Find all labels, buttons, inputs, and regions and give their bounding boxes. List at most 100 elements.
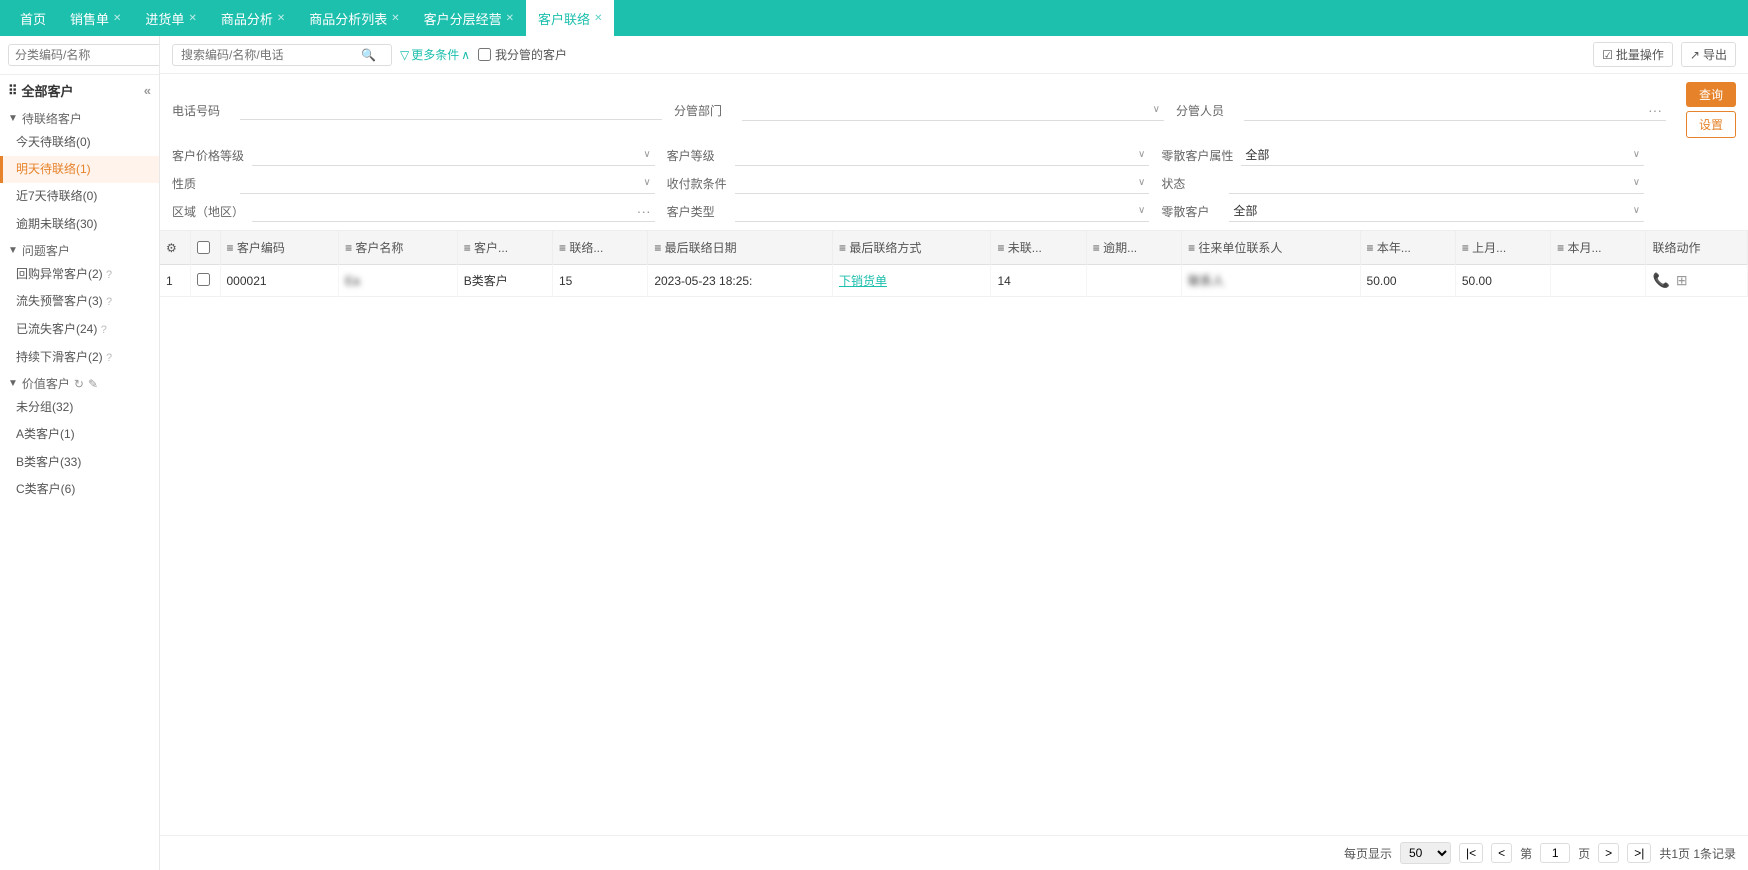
col-this-year[interactable]: ≡ 本年... (1360, 231, 1455, 265)
batch-ops-label: 批量操作 (1616, 46, 1664, 63)
col-unit-contact[interactable]: ≡ 往来单位联系人 (1182, 231, 1360, 265)
nav-sales[interactable]: 销售单 ✕ (58, 0, 133, 36)
filter-region-select[interactable]: ··· (252, 200, 655, 222)
filter-customer-level-select[interactable]: ∨ (735, 144, 1150, 166)
nav-analysis-list-close[interactable]: ✕ (391, 13, 399, 24)
settings-btn[interactable]: 设置 (1686, 111, 1736, 138)
value-refresh-icon[interactable]: ↻ (74, 377, 84, 391)
cell-action: 📞 ⊞ (1646, 265, 1748, 297)
query-btn[interactable]: 查询 (1686, 82, 1736, 107)
cell-checkbox[interactable] (190, 265, 220, 297)
search-input[interactable] (181, 48, 361, 62)
call-action-icon[interactable]: 📞 (1652, 272, 1669, 289)
nav-analysis-close[interactable]: ✕ (277, 13, 285, 24)
more-filters-label: 更多条件 (411, 46, 459, 63)
nav-customer-tier-close[interactable]: ✕ (506, 13, 514, 24)
filter-scattered-select[interactable]: 全部 ∨ (1229, 200, 1644, 222)
more-action-icon[interactable]: ⊞ (1676, 272, 1688, 289)
customer-name-blurred: Ea (345, 274, 360, 288)
value-edit-icon[interactable]: ✎ (88, 377, 98, 391)
col-name[interactable]: ≡ 客户名称 (339, 231, 458, 265)
sidebar-collapse-icon[interactable]: « (144, 83, 151, 98)
nav-analysis[interactable]: 商品分析 ✕ (209, 0, 297, 36)
row-checkbox[interactable] (197, 273, 210, 286)
sidebar-item-a-class[interactable]: A类客户(1) (0, 421, 159, 448)
filter-scattered-attr-chevron: ∨ (1633, 149, 1640, 160)
filter-phone-input[interactable] (240, 101, 662, 120)
table-header-row: ⚙ ≡ 客户编码 ≡ 客户名称 ≡ 客户... (160, 231, 1748, 265)
sidebar-search-input[interactable] (8, 44, 160, 66)
sidebar-item-repurchase-anomaly[interactable]: 回购异常客户(2) ? (0, 261, 159, 289)
nav-home[interactable]: 首页 (8, 0, 58, 36)
filter-row-4: 区域（地区） ··· 客户类型 ∨ 零散客户 全部 (172, 200, 1736, 222)
nav-home-label: 首页 (20, 9, 46, 28)
sidebar-item-c-class[interactable]: C类客户(6) (0, 476, 159, 503)
sidebar-item-today[interactable]: 今天待联络(0) (0, 129, 159, 156)
first-page-btn[interactable]: |< (1459, 843, 1483, 863)
col-type[interactable]: ≡ 客户... (457, 231, 552, 265)
nav-customer-contact[interactable]: 客户联络 ✕ (526, 0, 614, 36)
filter-dept-chevron: ∨ (1153, 104, 1160, 115)
col-checkbox[interactable] (190, 231, 220, 265)
col-code[interactable]: ≡ 客户编码 (220, 231, 339, 265)
col-uncontacted[interactable]: ≡ 未联... (991, 231, 1086, 265)
filter-region-label: 区域（地区） (172, 203, 244, 220)
col-this-month[interactable]: ≡ 本月... (1551, 231, 1646, 265)
filter-scattered-attr-select[interactable]: 全部 ∨ (1241, 144, 1644, 166)
filter-price-level-select[interactable]: ∨ (252, 144, 655, 166)
nav-customer-tier[interactable]: 客户分层经营 ✕ (412, 0, 526, 36)
filter-status-select[interactable]: ∨ (1229, 172, 1644, 194)
filter-phone-label: 电话号码 (172, 102, 232, 119)
filter-scattered-attr-label: 零散客户属性 (1161, 147, 1233, 164)
filter-phone: 电话号码 (172, 101, 674, 120)
last-page-btn[interactable]: >| (1627, 843, 1651, 863)
cell-last-month: 50.00 (1455, 265, 1550, 297)
col-last-month[interactable]: ≡ 上月... (1455, 231, 1550, 265)
nav-customer-tier-label: 客户分层经营 (424, 9, 502, 28)
sidebar-item-tomorrow[interactable]: 明天待联络(1) (0, 156, 159, 183)
batch-ops-btn[interactable]: ☑ 批量操作 (1593, 42, 1673, 67)
more-filters-btn[interactable]: ▽ 更多条件 ∧ (400, 46, 470, 63)
next-page-btn[interactable]: > (1598, 843, 1619, 863)
sidebar-item-overdue[interactable]: 逾期未联络(30) (0, 211, 159, 238)
nav-sales-close[interactable]: ✕ (113, 13, 121, 24)
filter-person-select[interactable]: ··· (1244, 99, 1666, 121)
sidebar-item-declining[interactable]: 持续下滑客户(2) ? (0, 344, 159, 372)
prev-page-btn[interactable]: < (1491, 843, 1512, 863)
last-method-link[interactable]: 下销货单 (839, 274, 887, 288)
col-overdue[interactable]: ≡ 逾期... (1086, 231, 1181, 265)
my-customers-checkbox[interactable]: 我分管的客户 (478, 46, 567, 63)
col-type-label: ≡ 客户... (464, 239, 508, 256)
filter-row-3: 性质 ∨ 收付款条件 ∨ 状态 (172, 172, 1736, 194)
filter-dept-label: 分管部门 (674, 102, 734, 119)
nav-purchase-close[interactable]: ✕ (188, 13, 196, 24)
filter-status: 状态 ∨ (1161, 172, 1656, 194)
select-all-checkbox[interactable] (197, 241, 210, 254)
sidebar-all-customers[interactable]: ⠿ 全部客户 « (0, 75, 159, 106)
filter-nature-select[interactable]: ∨ (240, 172, 655, 194)
sidebar-item-7days[interactable]: 近7天待联络(0) (0, 183, 159, 210)
col-last-date[interactable]: ≡ 最后联络日期 (648, 231, 833, 265)
filter-payment-select[interactable]: ∨ (735, 172, 1150, 194)
nav-customer-contact-close[interactable]: ✕ (594, 13, 602, 24)
cell-this-year: 50.00 (1360, 265, 1455, 297)
page-input[interactable] (1540, 843, 1570, 863)
col-settings[interactable]: ⚙ (160, 231, 190, 265)
search-icon[interactable]: 🔍 (361, 48, 376, 62)
col-last-method[interactable]: ≡ 最后联络方式 (832, 231, 990, 265)
filter-customer-type-select[interactable]: ∨ (735, 200, 1150, 222)
sidebar-item-b-class[interactable]: B类客户(33) (0, 449, 159, 476)
col-last-date-label: ≡ 最后联络日期 (654, 239, 736, 256)
nav-analysis-list-label: 商品分析列表 (309, 9, 387, 28)
export-btn[interactable]: ↗ 导出 (1681, 42, 1736, 67)
filter-person-dots: ··· (1648, 102, 1662, 118)
per-page-select[interactable]: 50 100 200 (1400, 842, 1451, 864)
nav-analysis-list[interactable]: 商品分析列表 ✕ (297, 0, 411, 36)
col-contact[interactable]: ≡ 联络... (553, 231, 648, 265)
filter-dept-select[interactable]: ∨ (742, 99, 1164, 121)
sidebar-item-ungrouped[interactable]: 未分组(32) (0, 394, 159, 421)
my-customers-check[interactable] (478, 48, 491, 61)
nav-purchase[interactable]: 进货单 ✕ (133, 0, 208, 36)
sidebar-item-churned[interactable]: 已流失客户(24) ? (0, 316, 159, 344)
sidebar-item-churn-warning[interactable]: 流失预警客户(3) ? (0, 288, 159, 316)
